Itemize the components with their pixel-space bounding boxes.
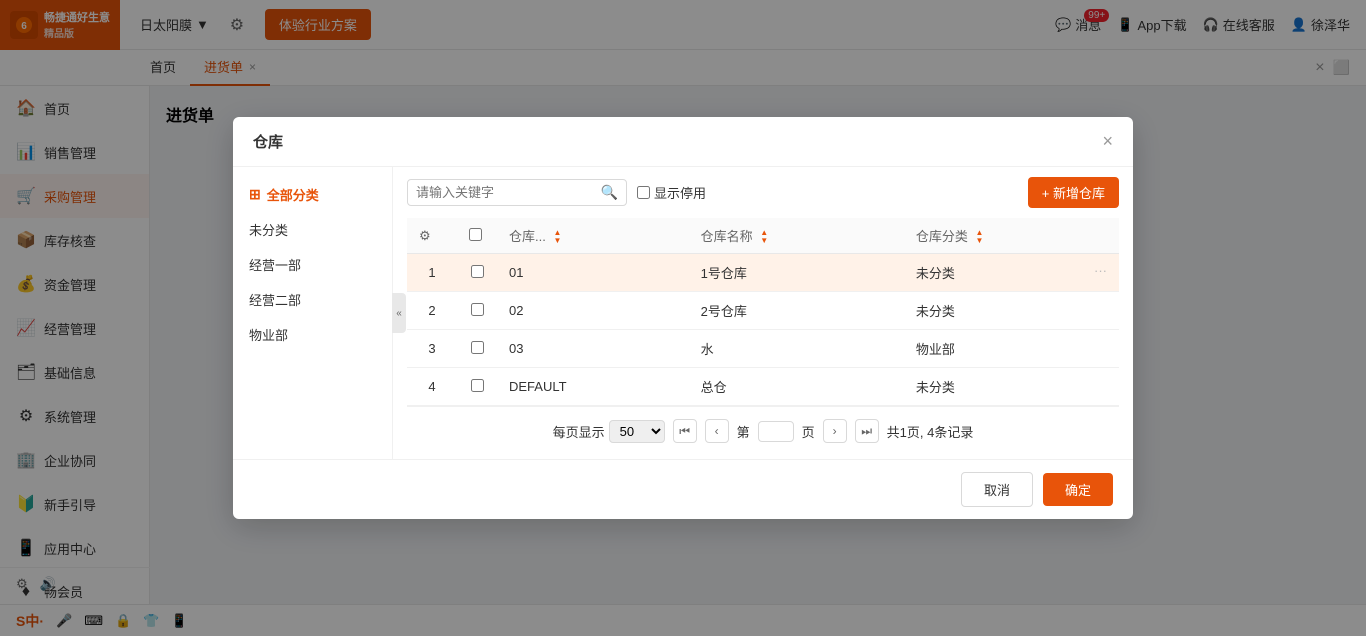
dialog-header: 仓库 × bbox=[233, 117, 1133, 167]
row-num: 1 bbox=[407, 254, 457, 292]
table-toolbar: 🔍 显示停用 + 新增仓库 bbox=[407, 177, 1119, 208]
dialog-body: ⊞ 全部分类 未分类 经营一部 经营二部 物业部 « 🔍 bbox=[233, 167, 1133, 460]
row-category: 未分类 bbox=[904, 292, 1119, 330]
select-all-checkbox[interactable] bbox=[469, 228, 482, 241]
category-dept1[interactable]: 经营一部 bbox=[233, 247, 392, 282]
row-code: 03 bbox=[497, 330, 689, 368]
category-dept2[interactable]: 经营二部 bbox=[233, 282, 392, 317]
dialog-footer: 取消 确定 bbox=[233, 459, 1133, 519]
row-name: 1号仓库 bbox=[689, 254, 904, 292]
table-row[interactable]: 2 02 2号仓库 未分类 bbox=[407, 292, 1119, 330]
category-property[interactable]: 物业部 bbox=[233, 317, 392, 352]
row-category: 物业部 bbox=[904, 330, 1119, 368]
row-num: 3 bbox=[407, 330, 457, 368]
category-uncategorized[interactable]: 未分类 bbox=[233, 212, 392, 247]
row-code: 02 bbox=[497, 292, 689, 330]
col-header-code: 仓库... ▲▼ bbox=[497, 218, 689, 254]
add-warehouse-button[interactable]: + 新增仓库 bbox=[1028, 177, 1119, 208]
table-container: ⚙ 仓库... ▲▼ 仓库名称 bbox=[407, 218, 1119, 407]
dialog-overlay: 仓库 × ⊞ 全部分类 未分类 经营一部 经营二部 物业部 « bbox=[0, 0, 1366, 636]
search-input[interactable] bbox=[416, 185, 595, 200]
show-disabled-checkbox[interactable] bbox=[637, 186, 650, 199]
sort-code-icon: ▲▼ bbox=[553, 229, 561, 245]
show-disabled-toggle[interactable]: 显示停用 bbox=[637, 183, 706, 202]
row-name: 总仓 bbox=[689, 368, 904, 406]
col-header-check bbox=[457, 218, 497, 254]
dialog-title: 仓库 bbox=[253, 131, 283, 152]
col-header-gear: ⚙ bbox=[407, 218, 457, 254]
row-checkbox-cell bbox=[457, 330, 497, 368]
row-num: 4 bbox=[407, 368, 457, 406]
row-checkbox[interactable] bbox=[471, 265, 484, 278]
row-checkbox-cell bbox=[457, 254, 497, 292]
page-next-button[interactable]: › bbox=[823, 419, 847, 443]
row-category: 未分类 bbox=[904, 368, 1119, 406]
pagination: 每页显示 50 100 200 ⏮ ‹ 第 1 页 › ⏭ 共1页, 4条记录 bbox=[407, 406, 1119, 449]
page-prev-button[interactable]: ‹ bbox=[705, 419, 729, 443]
col-header-name: 仓库名称 ▲▼ bbox=[689, 218, 904, 254]
row-code: 01 bbox=[497, 254, 689, 292]
row-name: 水 bbox=[689, 330, 904, 368]
confirm-button[interactable]: 确定 bbox=[1043, 473, 1113, 506]
row-name: 2号仓库 bbox=[689, 292, 904, 330]
search-icon: 🔍 bbox=[601, 184, 618, 201]
search-box: 🔍 bbox=[407, 179, 627, 206]
table-row[interactable]: 3 03 水 物业部 bbox=[407, 330, 1119, 368]
row-checkbox[interactable] bbox=[471, 379, 484, 392]
row-checkbox[interactable] bbox=[471, 303, 484, 316]
page-num-input[interactable]: 1 bbox=[758, 421, 794, 442]
col-header-category: 仓库分类 ▲▼ bbox=[904, 218, 1119, 254]
category-panel: ⊞ 全部分类 未分类 经营一部 经营二部 物业部 « bbox=[233, 167, 393, 460]
row-checkbox-cell bbox=[457, 368, 497, 406]
row-category: 未分类··· bbox=[904, 254, 1119, 292]
settings-col-icon: ⚙ bbox=[419, 228, 431, 243]
row-checkbox-cell bbox=[457, 292, 497, 330]
warehouse-table: ⚙ 仓库... ▲▼ 仓库名称 bbox=[407, 218, 1119, 407]
warehouse-dialog: 仓库 × ⊞ 全部分类 未分类 经营一部 经营二部 物业部 « bbox=[233, 117, 1133, 520]
page-size-select[interactable]: 50 100 200 bbox=[609, 420, 665, 443]
page-last-button[interactable]: ⏭ bbox=[855, 419, 879, 443]
table-panel: 🔍 显示停用 + 新增仓库 ⚙ bbox=[393, 167, 1133, 460]
row-num: 2 bbox=[407, 292, 457, 330]
page-first-button[interactable]: ⏮ bbox=[673, 419, 697, 443]
category-collapse-button[interactable]: « bbox=[392, 293, 406, 333]
category-all[interactable]: ⊞ 全部分类 bbox=[233, 177, 392, 212]
grid-icon: ⊞ bbox=[249, 186, 261, 203]
row-checkbox[interactable] bbox=[471, 341, 484, 354]
row-code: DEFAULT bbox=[497, 368, 689, 406]
table-row[interactable]: 4 DEFAULT 总仓 未分类 bbox=[407, 368, 1119, 406]
dialog-close-button[interactable]: × bbox=[1102, 132, 1113, 150]
total-info: 共1页, 4条记录 bbox=[887, 422, 974, 441]
cancel-button[interactable]: 取消 bbox=[961, 472, 1033, 507]
sort-name-icon: ▲▼ bbox=[760, 229, 768, 245]
sort-category-icon: ▲▼ bbox=[975, 229, 983, 245]
table-row[interactable]: 1 01 1号仓库 未分类··· bbox=[407, 254, 1119, 292]
page-size: 每页显示 50 100 200 bbox=[553, 420, 665, 443]
row-more-icon[interactable]: ··· bbox=[1094, 263, 1107, 278]
